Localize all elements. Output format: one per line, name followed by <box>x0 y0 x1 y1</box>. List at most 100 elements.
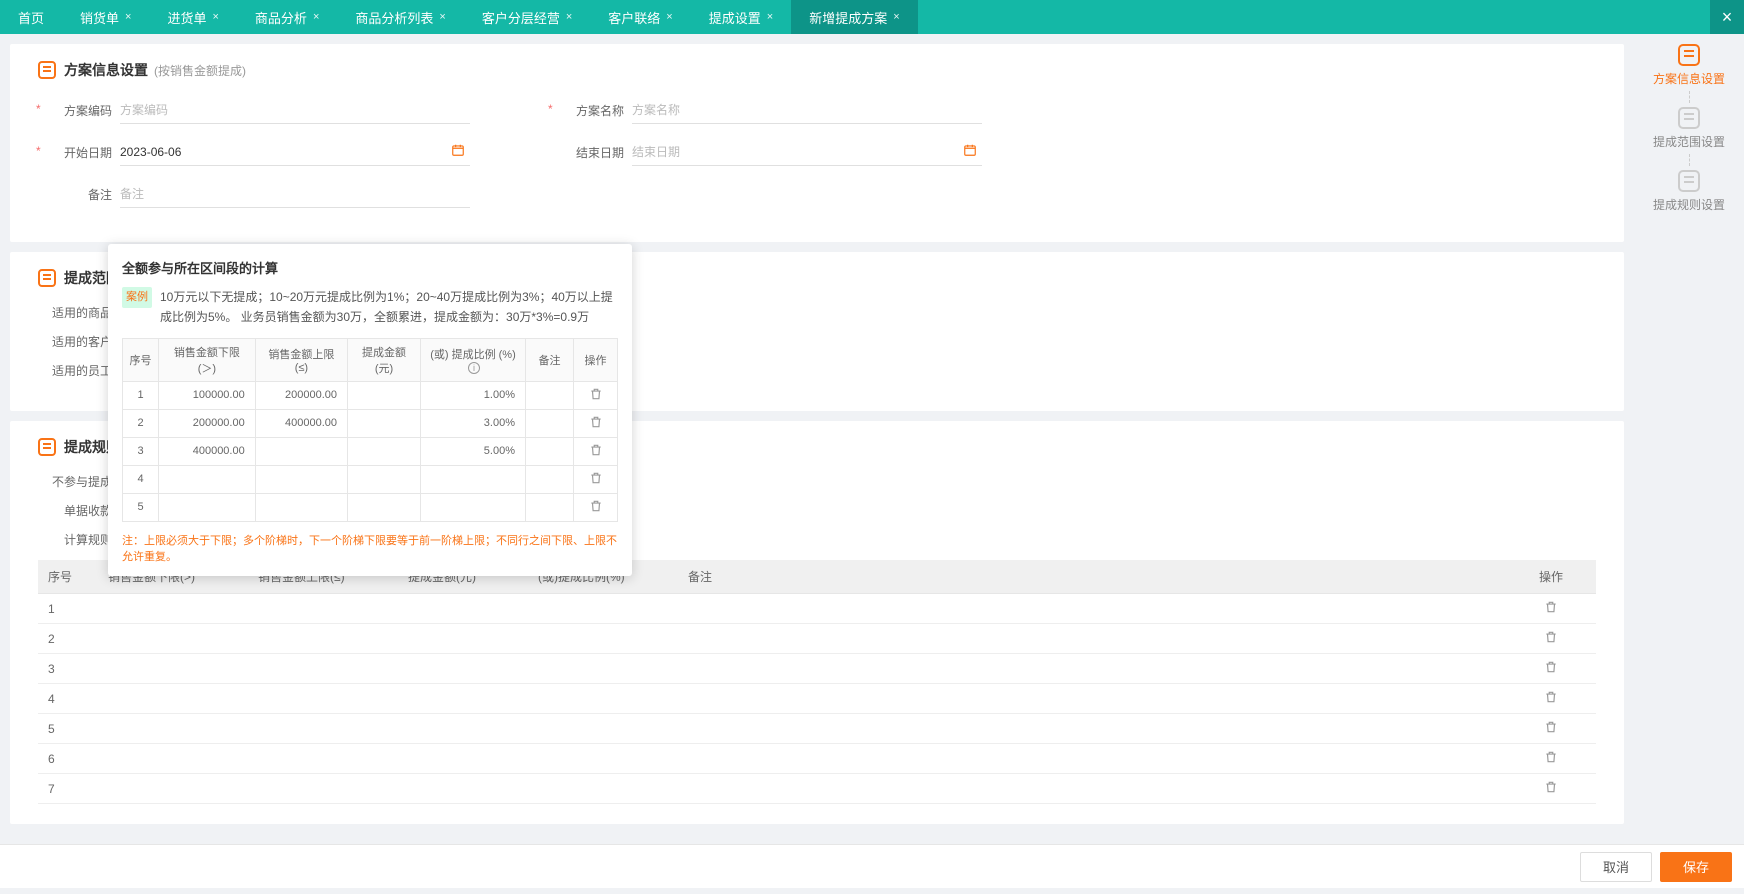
end-date-input[interactable] <box>632 138 982 166</box>
tab-close-icon[interactable]: × <box>893 11 899 23</box>
trash-icon[interactable] <box>1544 630 1558 644</box>
table-row[interactable]: 4 <box>38 684 1596 714</box>
pcell-lower <box>159 493 256 521</box>
cell-ratio[interactable] <box>528 744 678 774</box>
pcell-seq: 1 <box>123 381 159 409</box>
trash-icon[interactable] <box>589 415 603 429</box>
cell-lower[interactable] <box>98 714 248 744</box>
cancel-button[interactable]: 取消 <box>1580 852 1652 882</box>
table-row[interactable]: 7 <box>38 774 1596 804</box>
cell-upper[interactable] <box>248 774 398 804</box>
tab-item[interactable]: 提成设置× <box>691 0 791 34</box>
cell-remark[interactable] <box>678 774 1506 804</box>
cell-ratio[interactable] <box>528 774 678 804</box>
close-all-tabs-button[interactable]: × <box>1710 0 1744 34</box>
trash-icon[interactable] <box>589 499 603 513</box>
tab-item[interactable]: 进货单× <box>149 0 236 34</box>
cell-upper[interactable] <box>248 714 398 744</box>
cell-amount[interactable] <box>398 594 528 624</box>
cell-lower[interactable] <box>98 654 248 684</box>
tab-close-icon[interactable]: × <box>666 11 672 23</box>
table-row[interactable]: 1 <box>38 594 1596 624</box>
cell-upper[interactable] <box>248 684 398 714</box>
trash-icon[interactable] <box>1544 780 1558 794</box>
trash-icon[interactable] <box>589 471 603 485</box>
cell-lower[interactable] <box>98 684 248 714</box>
tab-item[interactable]: 新增提成方案× <box>791 0 917 34</box>
plan-code-input[interactable] <box>120 96 470 124</box>
cell-upper[interactable] <box>248 594 398 624</box>
tab-item[interactable]: 客户联络× <box>590 0 690 34</box>
start-date-input[interactable] <box>120 138 470 166</box>
table-row[interactable]: 6 <box>38 744 1596 774</box>
tab-item[interactable]: 商品分析× <box>237 0 337 34</box>
cell-amount[interactable] <box>398 624 528 654</box>
trash-icon[interactable] <box>1544 750 1558 764</box>
cell-ratio[interactable] <box>528 714 678 744</box>
table-row[interactable]: 2 <box>38 624 1596 654</box>
cell-remark[interactable] <box>678 744 1506 774</box>
cell-ratio[interactable] <box>528 654 678 684</box>
anchor-item[interactable]: 提成规则设置 <box>1634 170 1744 213</box>
cell-lower[interactable] <box>98 744 248 774</box>
cell-remark[interactable] <box>678 684 1506 714</box>
trash-icon[interactable] <box>1544 690 1558 704</box>
tab-bar: 首页销货单×进货单×商品分析×商品分析列表×客户分层经营×客户联络×提成设置×新… <box>0 0 1744 34</box>
cell-remark[interactable] <box>678 594 1506 624</box>
cell-amount[interactable] <box>398 714 528 744</box>
calendar-icon[interactable] <box>450 142 466 158</box>
cell-amount[interactable] <box>398 654 528 684</box>
trash-icon[interactable] <box>1544 660 1558 674</box>
anchor-label: 提成范围设置 <box>1634 133 1744 150</box>
cell-lower[interactable] <box>98 774 248 804</box>
save-button[interactable]: 保存 <box>1660 852 1732 882</box>
remark-input[interactable] <box>120 180 470 208</box>
section-icon <box>38 269 56 287</box>
trash-icon[interactable] <box>589 387 603 401</box>
cell-lower[interactable] <box>98 624 248 654</box>
cell-ratio[interactable] <box>528 684 678 714</box>
tab-close-icon[interactable]: × <box>313 11 319 23</box>
pcell-seq: 2 <box>123 409 159 437</box>
cell-remark[interactable] <box>678 714 1506 744</box>
tab-item[interactable]: 商品分析列表× <box>337 0 463 34</box>
pth-remark: 备注 <box>526 338 574 381</box>
pcell-upper: 200000.00 <box>255 381 347 409</box>
cell-ratio[interactable] <box>528 624 678 654</box>
pcell-seq: 3 <box>123 437 159 465</box>
tab-item[interactable]: 销货单× <box>62 0 149 34</box>
cell-upper[interactable] <box>248 624 398 654</box>
cell-amount[interactable] <box>398 684 528 714</box>
tab-close-icon[interactable]: × <box>439 11 445 23</box>
tab-item[interactable]: 首页 <box>0 0 62 34</box>
example-text: 10万元以下无提成；10~20万元提成比例为1%；20~40万提成比例为3%；4… <box>160 287 618 328</box>
cell-upper[interactable] <box>248 744 398 774</box>
cell-amount[interactable] <box>398 744 528 774</box>
cell-upper[interactable] <box>248 654 398 684</box>
tab-close-icon[interactable]: × <box>212 11 218 23</box>
tab-close-icon[interactable]: × <box>566 11 572 23</box>
anchor-item[interactable]: 方案信息设置 <box>1634 44 1744 87</box>
table-row[interactable]: 3 <box>38 654 1596 684</box>
pcell-remark <box>526 381 574 409</box>
calendar-icon[interactable] <box>962 142 978 158</box>
tab-item[interactable]: 客户分层经营× <box>464 0 590 34</box>
cell-remark[interactable] <box>678 624 1506 654</box>
cell-amount[interactable] <box>398 774 528 804</box>
pth-seq: 序号 <box>123 338 159 381</box>
trash-icon[interactable] <box>1544 720 1558 734</box>
cell-remark[interactable] <box>678 654 1506 684</box>
example-row: 3400000.005.00% <box>123 437 618 465</box>
trash-icon[interactable] <box>1544 600 1558 614</box>
tab-close-icon[interactable]: × <box>125 11 131 23</box>
plan-name-input[interactable] <box>632 96 982 124</box>
trash-icon[interactable] <box>589 443 603 457</box>
anchor-item[interactable]: 提成范围设置 <box>1634 107 1744 150</box>
cell-lower[interactable] <box>98 594 248 624</box>
table-row[interactable]: 5 <box>38 714 1596 744</box>
example-row: 2200000.00400000.003.00% <box>123 409 618 437</box>
tab-close-icon[interactable]: × <box>767 11 773 23</box>
info-icon[interactable]: i <box>468 362 480 374</box>
anchor-label: 提成规则设置 <box>1634 196 1744 213</box>
cell-ratio[interactable] <box>528 594 678 624</box>
